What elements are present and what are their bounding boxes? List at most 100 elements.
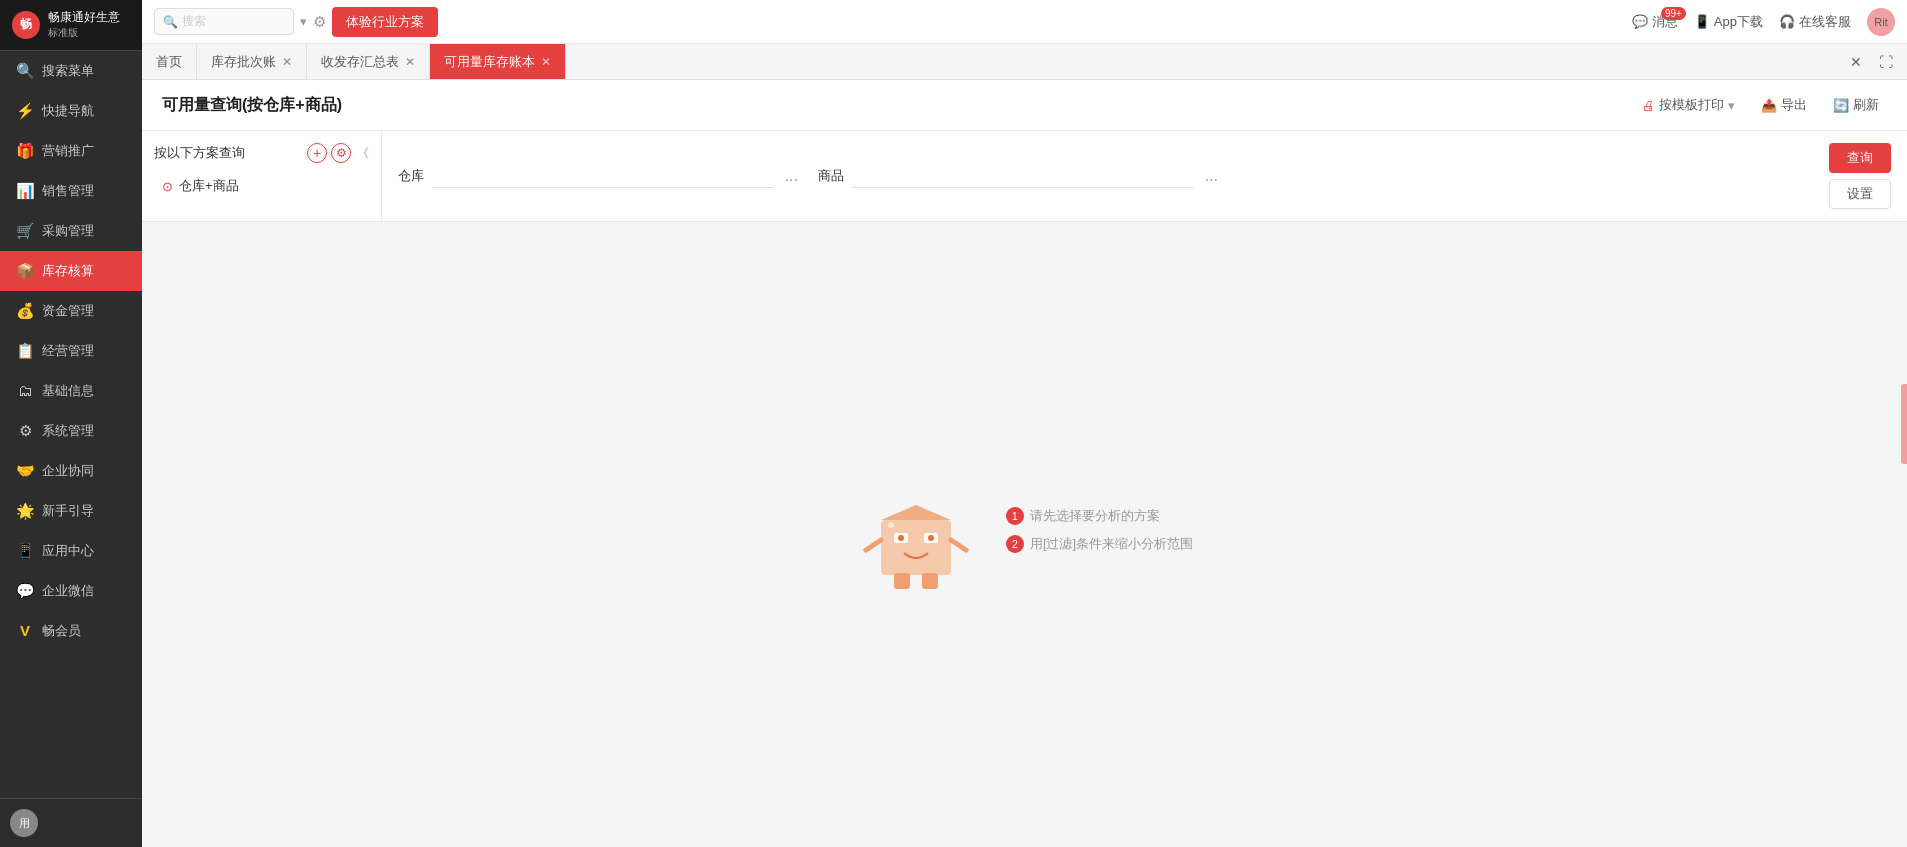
close-tab-available[interactable]: ✕ (541, 55, 551, 69)
refresh-icon: 🔄 (1833, 98, 1849, 113)
app-download-button[interactable]: 📱 App下载 (1694, 13, 1763, 31)
sidebar-item-purchase[interactable]: 🛒 采购管理 (0, 211, 142, 251)
query-button[interactable]: 查询 (1829, 143, 1891, 173)
sidebar-item-inventory[interactable]: 📦 库存核算 (0, 251, 142, 291)
tab-close-button[interactable]: ✕ (1843, 49, 1869, 75)
guide-icon: 🌟 (16, 502, 34, 520)
tab-expand-button[interactable]: ⛶ (1873, 49, 1899, 75)
empty-illustration (856, 475, 976, 595)
svg-line-6 (866, 540, 881, 550)
filter-scheme-warehouse-product[interactable]: ⊙ 仓库+商品 (154, 171, 369, 201)
warehouse-more-button[interactable]: ... (785, 167, 798, 185)
empty-tip-1: 1 请先选择要分析的方案 (1006, 507, 1193, 525)
sidebar-item-finance[interactable]: 💰 资金管理 (0, 291, 142, 331)
print-dropdown-icon[interactable]: ▾ (1728, 98, 1735, 113)
sidebar-item-guide[interactable]: 🌟 新手引导 (0, 491, 142, 531)
app-download-icon: 📱 (1694, 14, 1710, 29)
search-icon: 🔍 (163, 15, 178, 29)
svg-line-7 (951, 540, 966, 550)
dropdown-icon[interactable]: ▾ (300, 14, 307, 29)
sidebar-item-quick-nav[interactable]: ⚡ 快捷导航 (0, 91, 142, 131)
product-more-button[interactable]: ... (1205, 167, 1218, 185)
filter-sidebar-title-text: 按以下方案查询 (154, 144, 245, 162)
filter-settings-button[interactable]: 设置 (1829, 179, 1891, 209)
close-tab-summary[interactable]: ✕ (405, 55, 415, 69)
empty-state: 1 请先选择要分析的方案 2 用[过滤]条件来缩小分析范围 (142, 222, 1907, 847)
settings-icon[interactable]: ⚙ (313, 13, 326, 31)
sidebar-item-wechat[interactable]: 💬 企业微信 (0, 571, 142, 611)
sidebar-item-app-center[interactable]: 📱 应用中心 (0, 531, 142, 571)
app-download-label: App下载 (1714, 13, 1763, 31)
tip-badge-1: 1 (1006, 507, 1024, 525)
add-scheme-button[interactable]: + (307, 143, 327, 163)
page-header-actions: 🖨 按模板打印 ▾ 📤 导出 🔄 刷新 (1634, 92, 1887, 118)
enterprise-icon: 🤝 (16, 462, 34, 480)
sidebar-item-basic[interactable]: 🗂 基础信息 (0, 371, 142, 411)
tab-batch-account[interactable]: 库存批次账 ✕ (197, 44, 307, 80)
filter-fields: 仓库 ... 商品 ... 查询 设置 (382, 131, 1907, 221)
industry-solution-button[interactable]: 体验行业方案 (332, 7, 438, 37)
brand-sub: 标准版 (48, 26, 120, 40)
svg-point-5 (928, 535, 934, 541)
operation-icon: 📋 (16, 342, 34, 360)
scheme-icon: ⊙ (162, 179, 173, 194)
tip-badge-2: 2 (1006, 535, 1024, 553)
sidebar-item-vip[interactable]: V 畅会员 (0, 611, 142, 651)
purchase-icon: 🛒 (16, 222, 34, 240)
export-button[interactable]: 📤 导出 (1753, 92, 1815, 118)
search-nav-icon: 🔍 (16, 62, 34, 80)
search-placeholder: 搜索 (182, 13, 206, 30)
sidebar-item-label: 快捷导航 (42, 102, 94, 120)
sidebar-item-sales[interactable]: 📊 销售管理 (0, 171, 142, 211)
tab-stock-summary[interactable]: 收发存汇总表 ✕ (307, 44, 430, 80)
sidebar-item-search[interactable]: 🔍 搜索菜单 (0, 51, 142, 91)
topbar: 🔍 搜索 ▾ ⚙ 体验行业方案 💬 消息 99+ 📱 App下载 🎧 在线客服 (142, 0, 1907, 44)
warehouse-input[interactable] (432, 164, 773, 188)
sidebar-item-marketing[interactable]: 🎁 营销推广 (0, 131, 142, 171)
filter-sidebar: 按以下方案查询 + ⚙ 《 ⊙ 仓库+商品 (142, 131, 382, 221)
print-button[interactable]: 🖨 按模板打印 ▾ (1634, 92, 1743, 118)
print-label: 按模板打印 (1659, 96, 1724, 114)
sidebar-item-system[interactable]: ⚙ 系统管理 (0, 411, 142, 451)
topbar-right: 💬 消息 99+ 📱 App下载 🎧 在线客服 Rit (1632, 8, 1895, 36)
sidebar-item-enterprise[interactable]: 🤝 企业协同 (0, 451, 142, 491)
sidebar-item-operation[interactable]: 📋 经营管理 (0, 331, 142, 371)
sidebar-item-label: 企业微信 (42, 582, 94, 600)
user-profile-button[interactable]: Rit (1867, 8, 1895, 36)
sales-icon: 📊 (16, 182, 34, 200)
refresh-button[interactable]: 🔄 刷新 (1825, 92, 1887, 118)
page-header: 可用量查询(按仓库+商品) 🖨 按模板打印 ▾ 📤 导出 🔄 刷新 (142, 80, 1907, 131)
sidebar-item-label: 销售管理 (42, 182, 94, 200)
svg-point-10 (888, 522, 894, 528)
empty-tip-2: 2 用[过滤]条件来缩小分析范围 (1006, 535, 1193, 553)
user-avatar-top: Rit (1867, 8, 1895, 36)
svg-marker-1 (881, 505, 951, 520)
online-service-button[interactable]: 🎧 在线客服 (1779, 13, 1851, 31)
finance-icon: 💰 (16, 302, 34, 320)
message-badge: 99+ (1661, 7, 1686, 20)
sidebar-item-label: 系统管理 (42, 422, 94, 440)
marketing-icon: 🎁 (16, 142, 34, 160)
search-box[interactable]: 🔍 搜索 (154, 8, 294, 35)
sidebar-user[interactable]: 用 (0, 798, 142, 847)
product-filter-field: 商品 ... (818, 164, 1218, 188)
close-tab-batch[interactable]: ✕ (282, 55, 292, 69)
brand-name: 畅康通好生意 (48, 10, 120, 26)
user-avatar: 用 (10, 809, 38, 837)
message-button[interactable]: 💬 消息 99+ (1632, 13, 1678, 31)
app-center-icon: 📱 (16, 542, 34, 560)
headset-icon: 🎧 (1779, 14, 1795, 29)
online-service-label: 在线客服 (1799, 13, 1851, 31)
tabs-right-actions: ✕ ⛶ (1843, 49, 1907, 75)
brand-icon: 畅 (12, 11, 40, 39)
scheme-settings-button[interactable]: ⚙ (331, 143, 351, 163)
svg-rect-0 (881, 520, 951, 575)
tabs-bar: 首页 库存批次账 ✕ 收发存汇总表 ✕ 可用量库存账本 ✕ ✕ ⛶ (142, 44, 1907, 80)
tab-home[interactable]: 首页 (142, 44, 197, 80)
filter-collapse-button[interactable]: 《 (357, 145, 369, 162)
product-input[interactable] (852, 164, 1193, 188)
tab-available-stock[interactable]: 可用量库存账本 ✕ (430, 44, 566, 80)
sidebar-item-label: 基础信息 (42, 382, 94, 400)
scheme-label: 仓库+商品 (179, 177, 239, 195)
sidebar-item-label: 库存核算 (42, 262, 94, 280)
